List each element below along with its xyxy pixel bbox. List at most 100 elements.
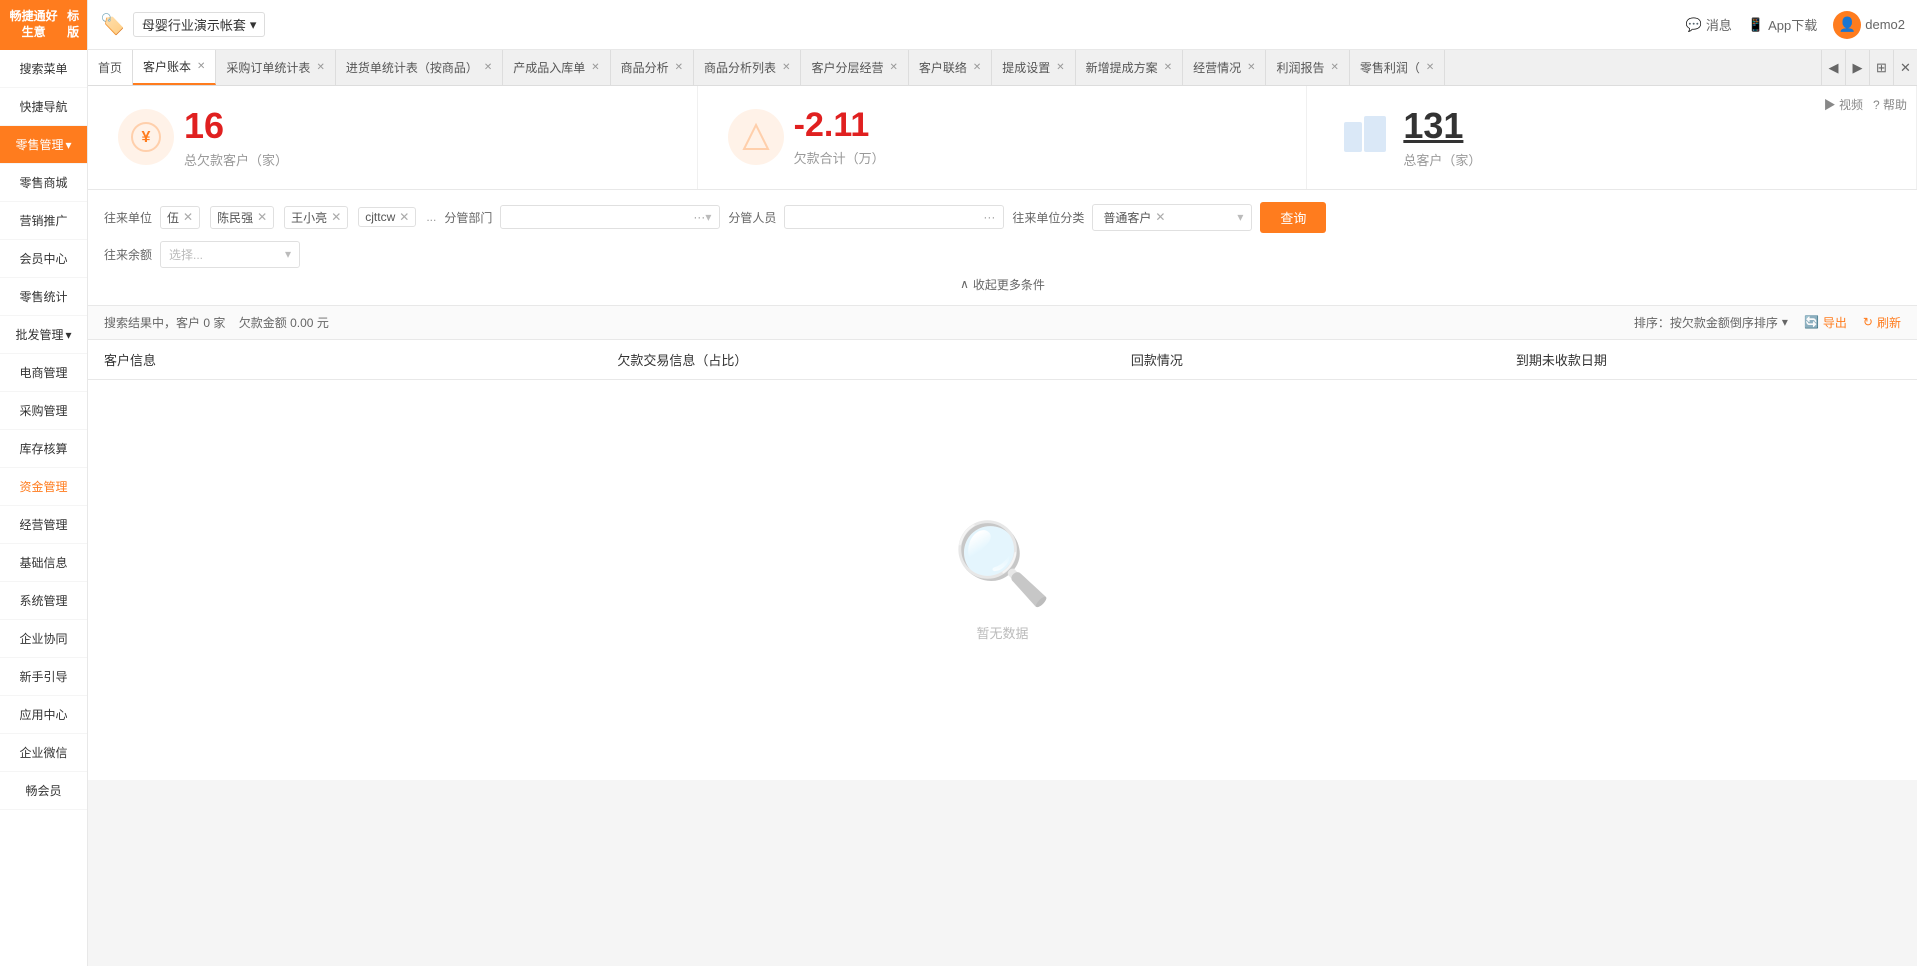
sort-select[interactable]: 排序：按欠款金额倒序排序 ▾ <box>1634 314 1788 331</box>
col-repayment: 回款情况 <box>1131 350 1516 369</box>
tab-product-analysis[interactable]: 商品分析 ✕ <box>611 50 694 85</box>
tab-customer-contact[interactable]: 客户联络 ✕ <box>909 50 992 85</box>
tab-scroll-right[interactable]: ▶ <box>1845 50 1869 86</box>
stat-label-total-customers: 总客户（家） <box>1403 150 1481 169</box>
chevron-down-icon: ▾ <box>250 17 257 33</box>
export-button[interactable]: 🔄 导出 <box>1804 314 1847 331</box>
sidebar-item-basic-info[interactable]: 基础信息 <box>0 544 87 582</box>
filter-tag-wangxiaoliang: 王小亮 ✕ <box>284 206 348 229</box>
refresh-button[interactable]: ↻ 刷新 <box>1863 314 1901 331</box>
stat-value-debt-amount: -2.11 <box>794 107 885 144</box>
balance-arrow-icon: ▾ <box>285 247 291 261</box>
tab-finished-product[interactable]: 产成品入库单 ✕ <box>503 50 610 85</box>
tab-close-finished-product[interactable]: ✕ <box>591 62 599 73</box>
filter-people-label: 分管人员 <box>728 209 776 226</box>
tab-home[interactable]: 首页 <box>88 50 133 85</box>
tabbar: 首页 客户账本 ✕ 采购订单统计表 ✕ 进货单统计表（按商品） ✕ 产成品入库单… <box>88 50 1917 86</box>
tab-new-commission[interactable]: 新增提成方案 ✕ <box>1076 50 1183 85</box>
empty-state: 🔍 暂无数据 <box>893 457 1113 702</box>
tab-close-customer-contact[interactable]: ✕ <box>973 62 981 73</box>
sidebar: 畅捷通好生意 标版 搜索菜单 快捷导航 零售管理 ▾ 零售商城 营销推广 会员中… <box>0 0 88 966</box>
tab-close-purchase-stats[interactable]: ✕ <box>484 62 492 73</box>
sidebar-item-retail-mgmt[interactable]: 零售管理 ▾ <box>0 126 87 164</box>
account-switcher[interactable]: 母婴行业演示帐套 ▾ <box>133 12 266 37</box>
filter-balance-select[interactable]: 选择... ▾ <box>160 241 300 268</box>
filter-people-select[interactable]: ··· <box>784 205 1004 229</box>
help-link[interactable]: ? 帮助 <box>1873 96 1907 113</box>
sidebar-item-beginner-guide[interactable]: 新手引导 <box>0 658 87 696</box>
video-link[interactable]: ▶ 视频 <box>1824 96 1863 113</box>
tab-purchase-order[interactable]: 采购订单统计表 ✕ <box>216 50 335 85</box>
tab-customer-segment[interactable]: 客户分层经营 ✕ <box>801 50 908 85</box>
unit-class-arrow-icon: ▾ <box>1237 210 1243 224</box>
app-download-button[interactable]: 📱 App下载 <box>1748 15 1817 34</box>
topbar-left: 🏷️ 母婴行业演示帐套 ▾ <box>100 12 265 37</box>
tab-close-customer-book[interactable]: ✕ <box>197 61 205 72</box>
stat-value-debt-customers: 16 <box>184 106 288 146</box>
tab-customer-book[interactable]: 客户账本 ✕ <box>133 50 216 85</box>
sidebar-item-marketing[interactable]: 营销推广 <box>0 202 87 240</box>
phone-icon: 📱 <box>1748 17 1764 33</box>
tab-expand[interactable]: ⊞ <box>1869 50 1893 86</box>
stat-card-debt-amount: -2.11 欠款合计（万） <box>698 86 1308 189</box>
sidebar-item-system-mgmt[interactable]: 系统管理 <box>0 582 87 620</box>
sidebar-item-operation-mgmt[interactable]: 经营管理 <box>0 506 87 544</box>
dept-arrow-icon: ▾ <box>705 210 711 224</box>
tab-close-operation-status[interactable]: ✕ <box>1247 62 1255 73</box>
tab-close-customer-segment[interactable]: ✕ <box>889 62 897 73</box>
sidebar-item-quick-nav[interactable]: 快捷导航 <box>0 88 87 126</box>
refresh-icon: 🔄 <box>1804 315 1819 329</box>
sidebar-item-wechat-enterprise[interactable]: 企业微信 <box>0 734 87 772</box>
sidebar-item-finance-mgmt[interactable]: 资金管理 <box>0 468 87 506</box>
results-bar: 搜索结果中，客户 0 家 欠款金额 0.00 元 排序：按欠款金额倒序排序 ▾ … <box>88 306 1917 340</box>
tab-retail-profit[interactable]: 零售利润（ ✕ <box>1350 50 1445 85</box>
sidebar-item-app-center[interactable]: 应用中心 <box>0 696 87 734</box>
tab-close-retail-profit[interactable]: ✕ <box>1426 62 1434 73</box>
tab-product-list[interactable]: 商品分析列表 ✕ <box>694 50 801 85</box>
user-avatar[interactable]: 👤 demo2 <box>1833 11 1905 39</box>
tab-profit-report[interactable]: 利润报告 ✕ <box>1266 50 1349 85</box>
filter-unit-class-tag: 普通客户 ✕ <box>1101 209 1167 226</box>
dept-dots: ··· <box>693 210 705 224</box>
filter-unit-class-close[interactable]: ✕ <box>1155 210 1165 224</box>
tab-close-new-commission[interactable]: ✕ <box>1164 62 1172 73</box>
filter-row-1: 往来单位 伍 ✕ 陈民强 ✕ 王小亮 ✕ cjttcw ✕ . <box>104 202 1901 233</box>
col-due-date: 到期未收款日期 <box>1516 350 1901 369</box>
filter-more-tags[interactable]: ... <box>426 210 436 224</box>
sidebar-item-chang-member[interactable]: 畅会员 <box>0 772 87 810</box>
tab-close-purchase-order[interactable]: ✕ <box>316 62 324 73</box>
tab-scroll-left[interactable]: ◀ <box>1821 50 1845 86</box>
query-button[interactable]: 查询 <box>1260 202 1326 233</box>
sidebar-item-retail-stats[interactable]: 零售统计 <box>0 278 87 316</box>
filter-unit-class-select[interactable]: 普通客户 ✕ ▾ <box>1092 204 1252 231</box>
filter-tag-wu-close[interactable]: ✕ <box>183 210 193 224</box>
tab-close-product-analysis[interactable]: ✕ <box>675 62 683 73</box>
tab-close-all[interactable]: ✕ <box>1893 50 1917 86</box>
filter-collapse-button[interactable]: ∧ 收起更多条件 <box>104 276 1901 293</box>
sidebar-item-wholesale-mgmt[interactable]: 批发管理 ▾ <box>0 316 87 354</box>
sidebar-item-enterprise-collab[interactable]: 企业协同 <box>0 620 87 658</box>
sidebar-item-member-center[interactable]: 会员中心 <box>0 240 87 278</box>
tab-operation-status[interactable]: 经营情况 ✕ <box>1183 50 1266 85</box>
sidebar-item-retail-mall[interactable]: 零售商城 <box>0 164 87 202</box>
filter-unit-class-label: 往来单位分类 <box>1012 209 1084 226</box>
tab-close-product-list[interactable]: ✕ <box>782 62 790 73</box>
filter-tag-chenminqiang-close[interactable]: ✕ <box>257 210 267 224</box>
tab-close-profit-report[interactable]: ✕ <box>1331 62 1339 73</box>
message-icon: 💬 <box>1686 17 1702 33</box>
sidebar-item-search-menu[interactable]: 搜索菜单 <box>0 50 87 88</box>
message-button[interactable]: 💬 消息 <box>1686 15 1732 34</box>
sidebar-item-inventory[interactable]: 库存核算 <box>0 430 87 468</box>
tab-close-commission-setting[interactable]: ✕ <box>1056 62 1064 73</box>
filter-dept-select[interactable]: ··· ▾ <box>500 205 720 229</box>
empty-icon: 🔍 <box>953 517 1053 611</box>
sidebar-item-purchase-mgmt[interactable]: 采购管理 <box>0 392 87 430</box>
tab-purchase-stats[interactable]: 进货单统计表（按商品） ✕ <box>336 50 503 85</box>
filter-tag-wangxiaoliang-close[interactable]: ✕ <box>331 210 341 224</box>
sidebar-item-ecommerce-mgmt[interactable]: 电商管理 <box>0 354 87 392</box>
filter-tag-cjttcw-close[interactable]: ✕ <box>399 210 409 224</box>
stat-label-debt-amount: 欠款合计（万） <box>794 148 885 167</box>
tab-commission-setting[interactable]: 提成设置 ✕ <box>992 50 1075 85</box>
content-area: ¥ 16 总欠款客户（家） <box>88 86 1917 966</box>
results-right: 排序：按欠款金额倒序排序 ▾ 🔄 导出 ↻ 刷新 <box>1634 314 1901 331</box>
